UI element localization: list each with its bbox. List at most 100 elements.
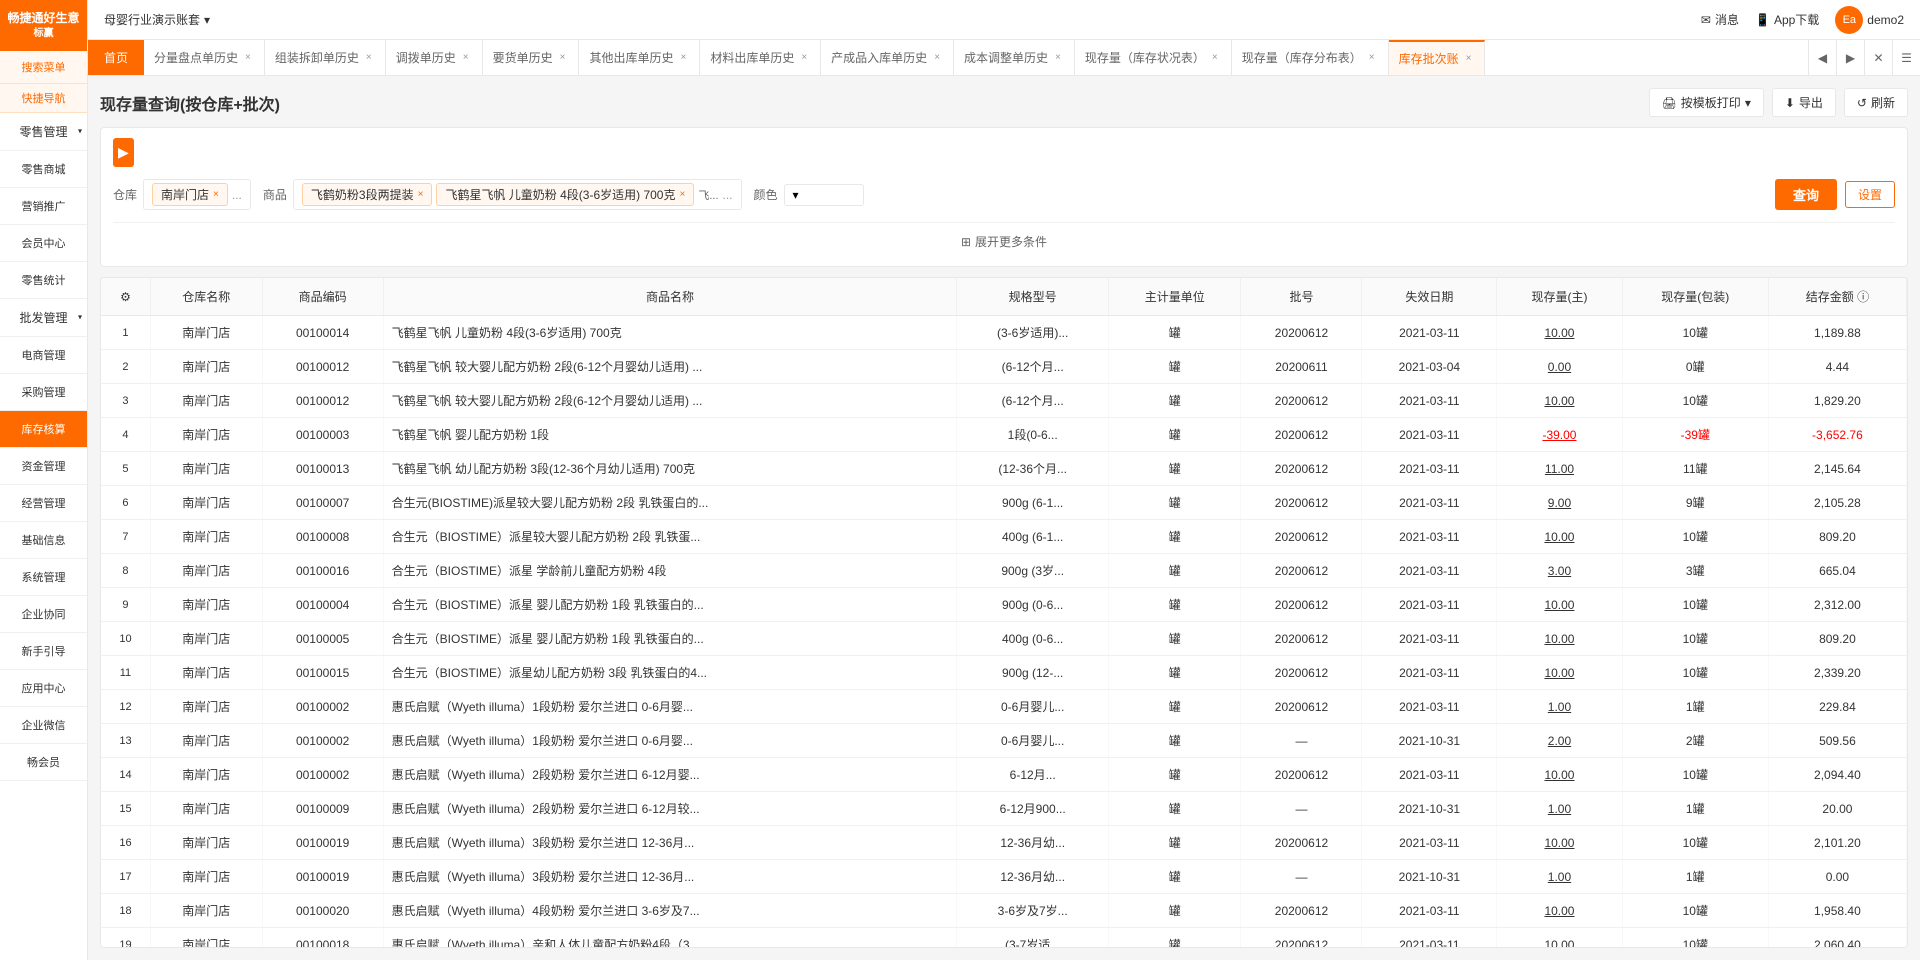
- filter-settings-btn[interactable]: 设置: [1845, 181, 1895, 208]
- tab-cost-adjust-close[interactable]: ×: [1052, 51, 1064, 64]
- table-scroll[interactable]: ⚙ 仓库名称 商品编码 商品名称 规格型号 主计量单位 批号 失效日期 现存量(…: [101, 278, 1907, 947]
- cell-qty-main[interactable]: 10.00: [1497, 588, 1622, 622]
- expand-conditions-btn[interactable]: ⊞ 展开更多条件: [113, 227, 1895, 256]
- user-profile[interactable]: Ea demo2: [1835, 6, 1904, 34]
- tab-nav-menu[interactable]: ☰: [1892, 40, 1920, 76]
- refresh-btn[interactable]: ↺ 刷新: [1844, 88, 1908, 117]
- tab-nav-next[interactable]: ▶: [1836, 40, 1864, 76]
- col-spec: 规格型号: [957, 278, 1109, 316]
- tab-home[interactable]: 首页: [88, 40, 144, 75]
- cell-qty-pkg: 10罐: [1622, 656, 1768, 690]
- cell-qty-main[interactable]: 1.00: [1497, 690, 1622, 724]
- cell-qty-main[interactable]: 10.00: [1497, 826, 1622, 860]
- tab-mix-order-close[interactable]: ×: [460, 51, 472, 64]
- cell-qty-main[interactable]: 10.00: [1497, 894, 1622, 928]
- tab-other-out[interactable]: 其他出库单历史 ×: [579, 40, 700, 75]
- cell-qty-main[interactable]: 11.00: [1497, 452, 1622, 486]
- table-row: 17南岸门店00100019惠氏启赋（Wyeth illuma）3段奶粉 爱尔兰…: [101, 860, 1907, 894]
- sidebar-item-purchase[interactable]: 采购管理: [0, 374, 87, 411]
- cell-qty-main[interactable]: 1.00: [1497, 860, 1622, 894]
- color-select[interactable]: ▾: [784, 184, 864, 206]
- cell-qty-main[interactable]: 1.00: [1497, 792, 1622, 826]
- product-more-btn[interactable]: ...: [723, 188, 733, 202]
- tab-product-in[interactable]: 产成品入库单历史 ×: [821, 40, 954, 75]
- sidebar-item-retail-shop[interactable]: 零售商城: [0, 151, 87, 188]
- tab-inventory-status[interactable]: 现存量（库存状况表） ×: [1075, 40, 1232, 75]
- col-settings[interactable]: ⚙: [101, 278, 150, 316]
- tab-split-inventory[interactable]: 分量盘点单历史 ×: [144, 40, 265, 75]
- sidebar-item-guide[interactable]: 新手引导: [0, 633, 87, 670]
- filter-toggle-btn[interactable]: ▶: [113, 138, 134, 167]
- tab-order-req-close[interactable]: ×: [557, 51, 569, 64]
- sidebar-item-operations[interactable]: 经营管理: [0, 485, 87, 522]
- sidebar-item-inventory[interactable]: 库存核算: [0, 411, 87, 448]
- app-download-btn[interactable]: 📱 App下载: [1755, 11, 1819, 28]
- tab-disassemble[interactable]: 组装拆卸单历史 ×: [265, 40, 386, 75]
- cell-warehouse: 南岸门店: [150, 826, 262, 860]
- cell-unit: 罐: [1109, 826, 1241, 860]
- tab-nav-close[interactable]: ✕: [1864, 40, 1892, 76]
- tab-inventory-dist[interactable]: 现存量（库存分布表） ×: [1232, 40, 1389, 75]
- cell-qty-main[interactable]: 0.00: [1497, 350, 1622, 384]
- cell-warehouse: 南岸门店: [150, 894, 262, 928]
- query-btn[interactable]: 查询: [1775, 179, 1837, 210]
- sidebar-item-retail[interactable]: 零售管理 ▾: [0, 113, 87, 151]
- cell-batch: 20200612: [1241, 894, 1362, 928]
- cell-warehouse: 南岸门店: [150, 520, 262, 554]
- sidebar-item-enterprise[interactable]: 企业协同: [0, 596, 87, 633]
- cell-name: 合生元（BIOSTIME）派星 婴儿配方奶粉 1段 乳铁蛋白的...: [383, 622, 957, 656]
- tab-split-inventory-close[interactable]: ×: [242, 51, 254, 64]
- tab-disassemble-close[interactable]: ×: [363, 51, 375, 64]
- tab-cost-adjust[interactable]: 成本调整单历史 ×: [954, 40, 1075, 75]
- product-select[interactable]: 飞鹤奶粉3段两提装 × 飞鹤星飞帆 儿童奶粉 4段(3-6岁适用) 700克 ×…: [293, 179, 742, 210]
- sidebar-item-apps[interactable]: 应用中心: [0, 670, 87, 707]
- cell-qty-main[interactable]: 9.00: [1497, 486, 1622, 520]
- tab-mix-order[interactable]: 调拨单历史 ×: [386, 40, 483, 75]
- sidebar-item-ecommerce[interactable]: 电商管理: [0, 337, 87, 374]
- sidebar-search-btn[interactable]: 搜索菜单: [0, 51, 87, 84]
- cell-qty-main[interactable]: 10.00: [1497, 928, 1622, 948]
- cell-qty-main[interactable]: 10.00: [1497, 520, 1622, 554]
- sidebar-item-wholesale[interactable]: 批发管理 ▾: [0, 299, 87, 337]
- sidebar-item-wechat[interactable]: 企业微信: [0, 707, 87, 744]
- export-icon: ⬇: [1785, 96, 1795, 110]
- warehouse-tag-close[interactable]: ×: [213, 189, 219, 200]
- product-tag-2-close[interactable]: ×: [679, 189, 685, 200]
- cell-qty-main[interactable]: 10.00: [1497, 384, 1622, 418]
- warehouse-select[interactable]: 南岸门店 × ...: [143, 179, 251, 210]
- product-tag-1-close[interactable]: ×: [418, 189, 424, 200]
- cell-qty-main[interactable]: 10.00: [1497, 758, 1622, 792]
- cell-qty-main[interactable]: 10.00: [1497, 316, 1622, 350]
- cell-qty-main[interactable]: 2.00: [1497, 724, 1622, 758]
- cell-qty-main[interactable]: -39.00: [1497, 418, 1622, 452]
- tab-order-req[interactable]: 要货单历史 ×: [483, 40, 580, 75]
- page-content: 现存量查询(按仓库+批次) 🖨 按模板打印 ▾ ⬇ 导出 ↺ 刷新: [88, 76, 1920, 960]
- warehouse-more-btn[interactable]: ...: [232, 188, 242, 202]
- tab-material-out-close[interactable]: ×: [798, 51, 810, 64]
- sidebar-item-member2[interactable]: 畅会员: [0, 744, 87, 781]
- sidebar-item-finance[interactable]: 资金管理: [0, 448, 87, 485]
- tab-other-out-close[interactable]: ×: [677, 51, 689, 64]
- sidebar-item-retail-stats[interactable]: 零售统计: [0, 262, 87, 299]
- tab-material-out[interactable]: 材料出库单历史 ×: [700, 40, 821, 75]
- cell-spec: (12-36个月...: [957, 452, 1109, 486]
- sidebar-item-system[interactable]: 系统管理: [0, 559, 87, 596]
- tab-batch-close[interactable]: 库存批次账 ×: [1389, 40, 1486, 75]
- tab-product-in-close[interactable]: ×: [931, 51, 943, 64]
- tab-inventory-dist-close[interactable]: ×: [1366, 51, 1378, 64]
- sidebar-item-members[interactable]: 会员中心: [0, 225, 87, 262]
- cell-qty-main[interactable]: 10.00: [1497, 622, 1622, 656]
- tab-inventory-status-close[interactable]: ×: [1209, 51, 1221, 64]
- tab-nav-prev[interactable]: ◀: [1808, 40, 1836, 76]
- template-print-btn[interactable]: 🖨 按模板打印 ▾: [1649, 88, 1764, 117]
- tab-batch-close-close[interactable]: ×: [1463, 52, 1475, 65]
- messages-btn[interactable]: ✉ 消息: [1701, 11, 1739, 28]
- org-selector[interactable]: 母婴行业演示账套 ▾: [104, 11, 210, 28]
- cell-qty-pkg: 10罐: [1622, 758, 1768, 792]
- sidebar-item-marketing[interactable]: 营销推广: [0, 188, 87, 225]
- sidebar-item-basics[interactable]: 基础信息: [0, 522, 87, 559]
- cell-name: 惠氏启赋（Wyeth illuma）2段奶粉 爱尔兰进口 6-12月较...: [383, 792, 957, 826]
- export-btn[interactable]: ⬇ 导出: [1772, 88, 1836, 117]
- cell-qty-main[interactable]: 3.00: [1497, 554, 1622, 588]
- cell-qty-main[interactable]: 10.00: [1497, 656, 1622, 690]
